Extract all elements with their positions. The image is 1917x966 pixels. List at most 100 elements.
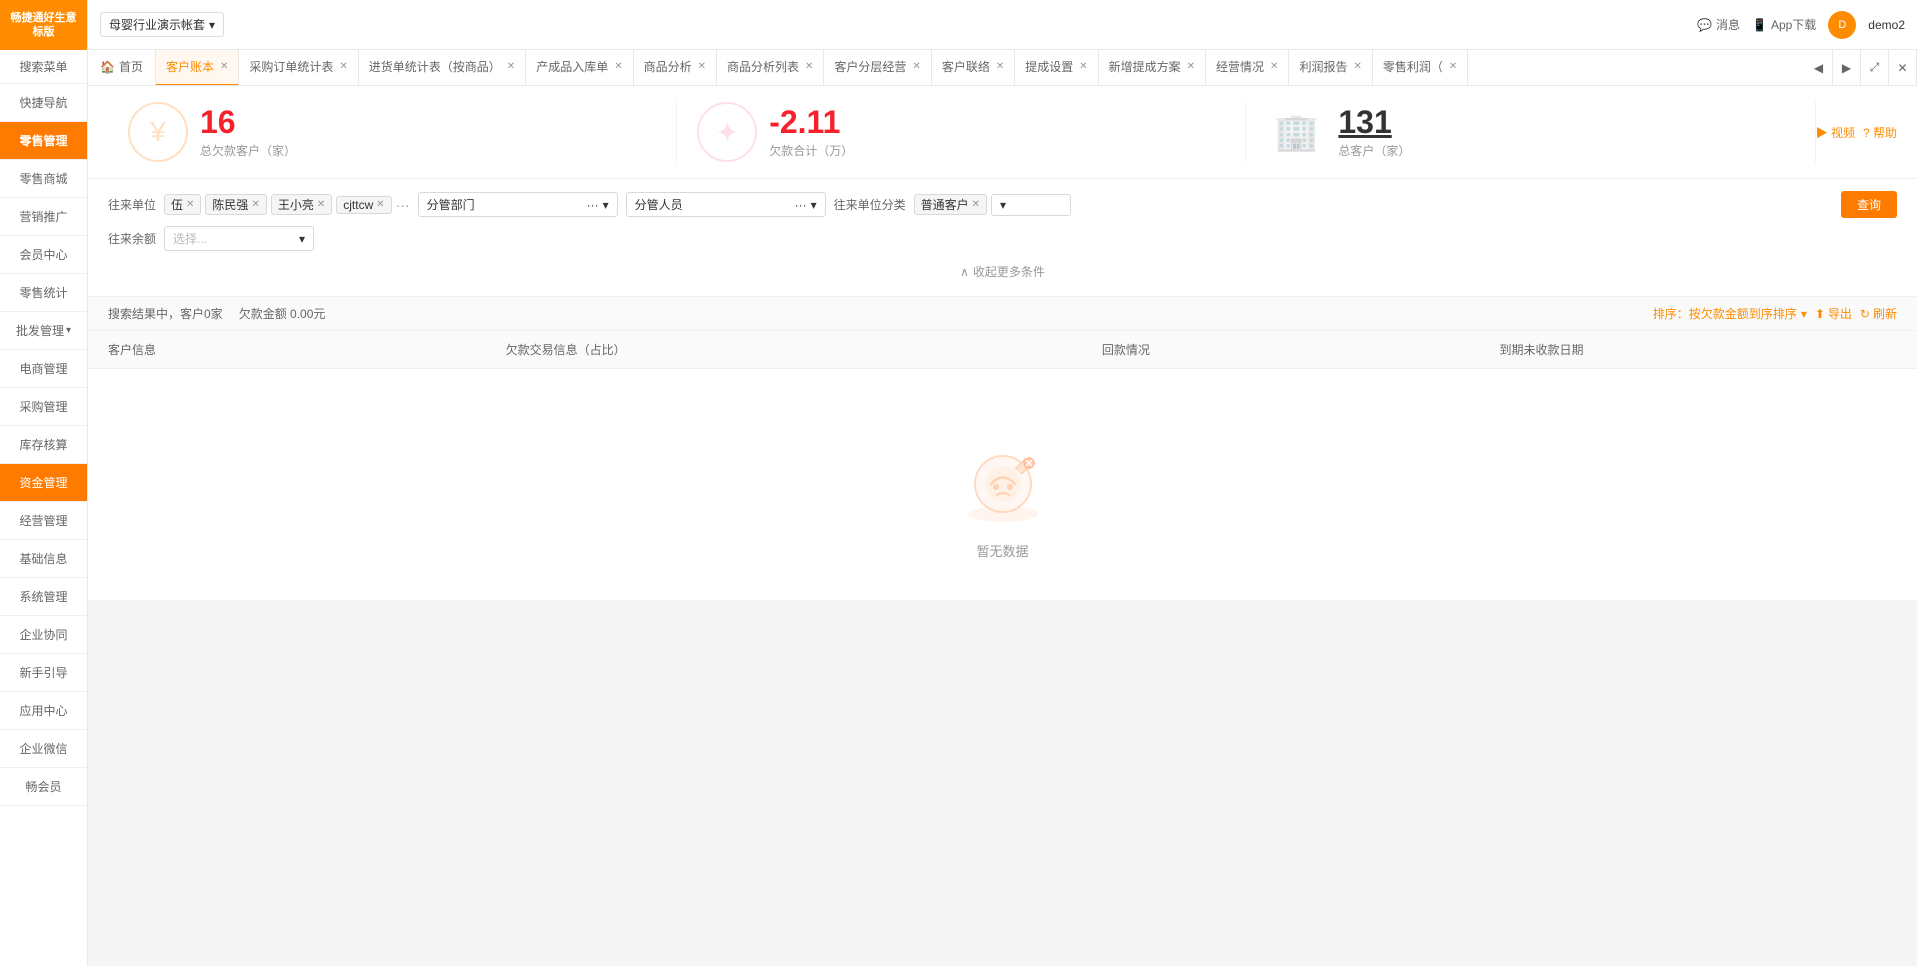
- sort-btn[interactable]: 排序：按欠款金额到序排序 ▾: [1653, 305, 1807, 322]
- unit-category-label: 往来单位分类: [834, 196, 906, 213]
- sidebar-item-search[interactable]: 搜索菜单: [0, 50, 87, 84]
- tab-customer-tier[interactable]: 客户分层经营 ✕: [824, 50, 931, 86]
- filter-tag-cjttcw-close[interactable]: ✕: [376, 199, 384, 210]
- sidebar-item-enterprise[interactable]: 企业协同: [0, 616, 87, 654]
- tab-customer-contact-close[interactable]: ✕: [996, 61, 1004, 72]
- credit-customers-value: 16: [200, 106, 296, 138]
- dept-select[interactable]: 分管部门 ··· ▾: [418, 192, 618, 217]
- tab-new-commission-close[interactable]: ✕: [1187, 61, 1195, 72]
- tab-purchase-order-stats-close[interactable]: ✕: [339, 61, 347, 72]
- filter-more-btn[interactable]: ···: [396, 197, 410, 213]
- tab-expand[interactable]: ⤢: [1861, 50, 1889, 86]
- dept-label: 分管部门: [427, 196, 475, 213]
- tab-commission-settings-close[interactable]: ✕: [1079, 61, 1087, 72]
- tab-home[interactable]: 🏠 首页: [88, 50, 156, 86]
- tab-profit-report-close[interactable]: ✕: [1353, 61, 1361, 72]
- tab-nav-prev[interactable]: ◀: [1805, 50, 1833, 86]
- sidebar-item-inventory[interactable]: 库存核算: [0, 426, 87, 464]
- collapse-filter-btn[interactable]: ∧ 收起更多条件: [108, 259, 1897, 284]
- tab-business-status[interactable]: 经营情况 ✕: [1206, 50, 1289, 86]
- filter-tag-wang-close[interactable]: ✕: [317, 199, 325, 210]
- tab-product-stock[interactable]: 产成品入库单 ✕: [526, 50, 633, 86]
- tab-incoming-stats-close[interactable]: ✕: [507, 61, 515, 72]
- credit-total-icon: ✦: [697, 102, 757, 162]
- filter-tag-normal-customer-close[interactable]: ✕: [972, 199, 980, 210]
- tab-product-stock-close[interactable]: ✕: [614, 61, 622, 72]
- sidebar-item-wechat[interactable]: 企业微信: [0, 730, 87, 768]
- tab-customer-contact[interactable]: 客户联络 ✕: [932, 50, 1015, 86]
- sidebar-item-shortcuts[interactable]: 快捷导航: [0, 84, 87, 122]
- empty-state: 暂无数据: [88, 369, 1917, 600]
- filter-tag-normal-customer: 普通客户 ✕: [914, 194, 987, 215]
- sidebar-item-retail-stats[interactable]: 零售统计: [0, 274, 87, 312]
- app-download-btn[interactable]: 📱 App下载: [1752, 16, 1816, 33]
- sidebar-item-apps[interactable]: 应用中心: [0, 692, 87, 730]
- tab-retail-profit[interactable]: 零售利润（ ✕: [1373, 50, 1468, 86]
- tab-customer-ledger-close[interactable]: ✕: [220, 61, 228, 72]
- video-icon: ▶: [1816, 126, 1828, 140]
- dept-dots: ···: [587, 198, 599, 212]
- account-selector-label: 母婴行业演示帐套: [109, 16, 205, 33]
- sidebar-item-retail-mall[interactable]: 零售商城: [0, 160, 87, 198]
- filter-tag-chen-close[interactable]: ✕: [251, 199, 259, 210]
- export-btn[interactable]: ⬆ 导出: [1815, 305, 1852, 322]
- help-icon: ?: [1863, 126, 1870, 140]
- page-content: ¥ 16 总欠款客户（家） ✦ -2.11 欠款合计（万）: [88, 86, 1917, 600]
- filter-tag-wu-close[interactable]: ✕: [186, 199, 194, 210]
- sidebar-item-marketing[interactable]: 营销推广: [0, 198, 87, 236]
- sidebar-item-member[interactable]: 会员中心: [0, 236, 87, 274]
- total-customers-icon: 🏢: [1266, 102, 1326, 162]
- sidebar-item-wholesale[interactable]: 批发管理 ▾: [0, 312, 87, 350]
- tab-incoming-stats[interactable]: 进货单统计表（按商品） ✕: [359, 50, 526, 86]
- tabs-bar: 🏠 首页 客户账本 ✕ 采购订单统计表 ✕ 进货单统计表（按商品） ✕ 产成品入…: [88, 50, 1917, 86]
- sidebar-item-retail[interactable]: 零售管理: [0, 122, 87, 160]
- query-button[interactable]: 查询: [1841, 191, 1897, 218]
- sidebar-item-member2[interactable]: 畅会员: [0, 768, 87, 806]
- sidebar-item-basic-info[interactable]: 基础信息: [0, 540, 87, 578]
- tab-product-analysis-list-label: 商品分析列表: [727, 58, 799, 75]
- filter-tag-cjttcw-label: cjttcw: [343, 198, 373, 212]
- filter-tag-wu: 伍 ✕: [164, 194, 201, 215]
- messages-btn[interactable]: 💬 消息: [1697, 16, 1740, 33]
- video-btn[interactable]: ▶ 视频: [1816, 124, 1855, 141]
- tab-close-all[interactable]: ✕: [1889, 50, 1917, 86]
- amount-label: 欠款金额 0.00元: [239, 305, 326, 322]
- tab-product-analysis-list-close[interactable]: ✕: [805, 61, 813, 72]
- refresh-btn[interactable]: ↻ 刷新: [1860, 305, 1897, 322]
- tab-commission-settings[interactable]: 提成设置 ✕: [1015, 50, 1098, 86]
- chevron-down-icon: ▾: [66, 325, 71, 336]
- tab-product-analysis[interactable]: 商品分析 ✕: [634, 50, 717, 86]
- total-customers-label: 总客户（家）: [1338, 142, 1410, 159]
- tab-customer-tier-close[interactable]: ✕: [912, 61, 920, 72]
- table: 客户信息 欠款交易信息（占比） 回款情况 到期未收款日期: [88, 331, 1917, 600]
- tab-profit-report-label: 利润报告: [1299, 58, 1347, 75]
- person-select[interactable]: 分管人员 ··· ▾: [626, 192, 826, 217]
- category-select-more[interactable]: ▾: [991, 194, 1071, 216]
- tab-purchase-order-stats[interactable]: 采购订单统计表 ✕: [239, 50, 358, 86]
- sidebar-item-operations[interactable]: 经营管理: [0, 502, 87, 540]
- tab-retail-profit-close[interactable]: ✕: [1449, 61, 1457, 72]
- help-btn[interactable]: ? 帮助: [1863, 124, 1897, 141]
- tab-nav-next[interactable]: ▶: [1833, 50, 1861, 86]
- account-selector[interactable]: 母婴行业演示帐套 ▾: [100, 12, 224, 37]
- filter-row-1: 往来单位 伍 ✕ 陈民强 ✕ 王小亮: [108, 191, 1897, 218]
- sidebar-item-system[interactable]: 系统管理: [0, 578, 87, 616]
- sidebar-item-finance[interactable]: 资金管理: [0, 464, 87, 502]
- filter-tags-unit: 伍 ✕ 陈民强 ✕ 王小亮 ✕: [164, 194, 410, 215]
- tab-profit-report[interactable]: 利润报告 ✕: [1289, 50, 1372, 86]
- tab-business-status-close[interactable]: ✕: [1270, 61, 1278, 72]
- tab-customer-ledger[interactable]: 客户账本 ✕: [156, 50, 239, 86]
- balance-select[interactable]: 选择... ▾: [164, 226, 314, 251]
- logo-subtext: 标版: [33, 25, 55, 39]
- tab-new-commission[interactable]: 新增提成方案 ✕: [1099, 50, 1206, 86]
- sidebar-item-purchase[interactable]: 采购管理: [0, 388, 87, 426]
- filter-tag-normal-customer-label: 普通客户: [921, 196, 969, 213]
- person-dots: ···: [795, 198, 807, 212]
- tab-product-analysis-list[interactable]: 商品分析列表 ✕: [717, 50, 824, 86]
- sidebar-item-newbie[interactable]: 新手引导: [0, 654, 87, 692]
- stat-credit-total: ✦ -2.11 欠款合计（万）: [677, 102, 1246, 162]
- result-bar: 搜索结果中，客户0家 欠款金额 0.00元 排序：按欠款金额到序排序 ▾ ⬆ 导…: [88, 297, 1917, 331]
- sidebar-item-ecommerce[interactable]: 电商管理: [0, 350, 87, 388]
- username-label[interactable]: demo2: [1868, 18, 1905, 32]
- tab-product-analysis-close[interactable]: ✕: [698, 61, 706, 72]
